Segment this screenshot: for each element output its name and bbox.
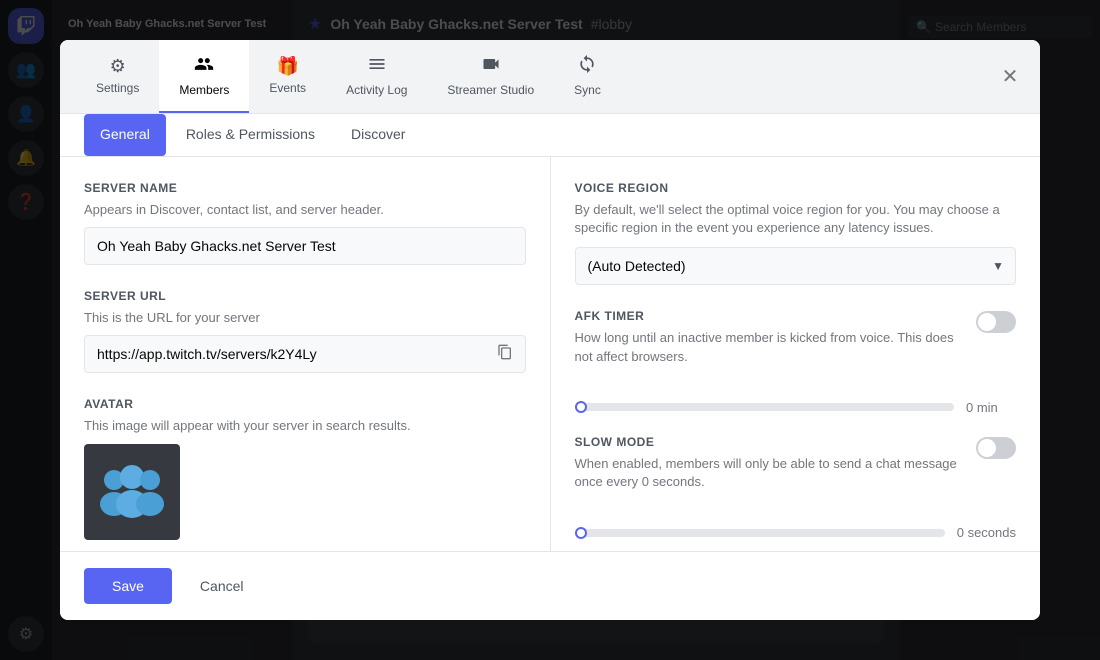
modal-footer: Save Cancel <box>60 551 1040 620</box>
server-url-desc: This is the URL for your server <box>84 309 526 327</box>
slow-mode-content: SLOW MODE When enabled, members will onl… <box>575 435 965 501</box>
save-button[interactable]: Save <box>84 568 172 604</box>
afk-timer-desc: How long until an inactive member is kic… <box>575 329 965 365</box>
slow-mode-section: SLOW MODE When enabled, members will onl… <box>575 435 1017 501</box>
voice-region-select-wrapper: (Auto Detected) ▼ <box>575 247 1017 285</box>
server-url-label: SERVER URL <box>84 289 526 303</box>
afk-timer-slider-row: 0 min <box>575 400 1017 415</box>
sync-nav-icon <box>577 54 597 79</box>
slow-mode-slider-row: 0 seconds <box>575 525 1017 540</box>
avatar-preview[interactable] <box>84 444 180 540</box>
avatar-label: AVATAR <box>84 397 526 411</box>
server-url-field-group: SERVER URL This is the URL for your serv… <box>84 289 526 373</box>
nav-item-members[interactable]: Members <box>159 40 249 113</box>
streamer-studio-nav-icon <box>481 54 501 79</box>
slow-mode-desc: When enabled, members will only be able … <box>575 455 965 491</box>
modal-nav: ⚙ Settings Members 🎁 Events <box>60 40 1040 114</box>
modal-overlay: ⚙ Settings Members 🎁 Events <box>0 0 1100 660</box>
afk-timer-toggle[interactable] <box>976 311 1016 333</box>
activity-log-nav-icon <box>367 54 387 79</box>
voice-region-select[interactable]: (Auto Detected) <box>575 247 1017 285</box>
afk-timer-slider-track[interactable] <box>575 403 955 411</box>
server-name-label: SERVER NAME <box>84 181 526 195</box>
voice-region-label: VOICE REGION <box>575 181 1017 195</box>
nav-item-settings[interactable]: ⚙ Settings <box>76 42 159 111</box>
copy-url-icon[interactable] <box>485 344 525 365</box>
settings-nav-icon: ⚙ <box>110 56 126 77</box>
server-name-field-group: SERVER NAME Appears in Discover, contact… <box>84 181 526 265</box>
nav-item-events[interactable]: 🎁 Events <box>249 42 326 111</box>
server-url-input-wrapper <box>84 335 526 373</box>
afk-timer-section: AFK TIMER How long until an inactive mem… <box>575 309 1017 375</box>
afk-timer-label: AFK TIMER <box>575 309 965 323</box>
members-nav-icon <box>194 54 214 79</box>
subtab-general[interactable]: General <box>84 114 166 156</box>
events-nav-icon: 🎁 <box>277 56 299 77</box>
modal-close-button[interactable]: ✕ <box>996 63 1024 91</box>
server-name-input[interactable] <box>84 227 526 265</box>
subtab-discover[interactable]: Discover <box>335 114 421 156</box>
modal-body: SERVER NAME Appears in Discover, contact… <box>60 157 1040 551</box>
cancel-button[interactable]: Cancel <box>184 568 260 604</box>
modal-right-panel: VOICE REGION By default, we'll select th… <box>551 157 1041 551</box>
slow-mode-label: SLOW MODE <box>575 435 965 449</box>
slow-mode-slider-track[interactable] <box>575 529 945 537</box>
slow-mode-toggle[interactable] <box>976 437 1016 459</box>
server-settings-modal: ⚙ Settings Members 🎁 Events <box>60 40 1040 620</box>
nav-item-activity-log[interactable]: Activity Log <box>326 40 427 113</box>
nav-item-streamer-studio[interactable]: Streamer Studio <box>427 40 554 113</box>
voice-region-field-group: VOICE REGION By default, we'll select th… <box>575 181 1017 285</box>
afk-timer-content: AFK TIMER How long until an inactive mem… <box>575 309 965 375</box>
modal-left-panel: SERVER NAME Appears in Discover, contact… <box>60 157 551 551</box>
server-url-input[interactable] <box>85 336 485 372</box>
subtab-roles-permissions[interactable]: Roles & Permissions <box>170 114 331 156</box>
slow-mode-slider-thumb[interactable] <box>575 527 587 539</box>
afk-timer-slider-thumb[interactable] <box>575 401 587 413</box>
voice-region-desc: By default, we'll select the optimal voi… <box>575 201 1017 237</box>
nav-item-sync[interactable]: Sync <box>554 40 621 113</box>
modal-subtabs: General Roles & Permissions Discover <box>60 114 1040 157</box>
afk-timer-value: 0 min <box>966 400 1016 415</box>
avatar-desc: This image will appear with your server … <box>84 417 526 435</box>
server-name-desc: Appears in Discover, contact list, and s… <box>84 201 526 219</box>
slow-mode-value: 0 seconds <box>957 525 1016 540</box>
avatar-field-group: AVATAR This image will appear with your … <box>84 397 526 539</box>
